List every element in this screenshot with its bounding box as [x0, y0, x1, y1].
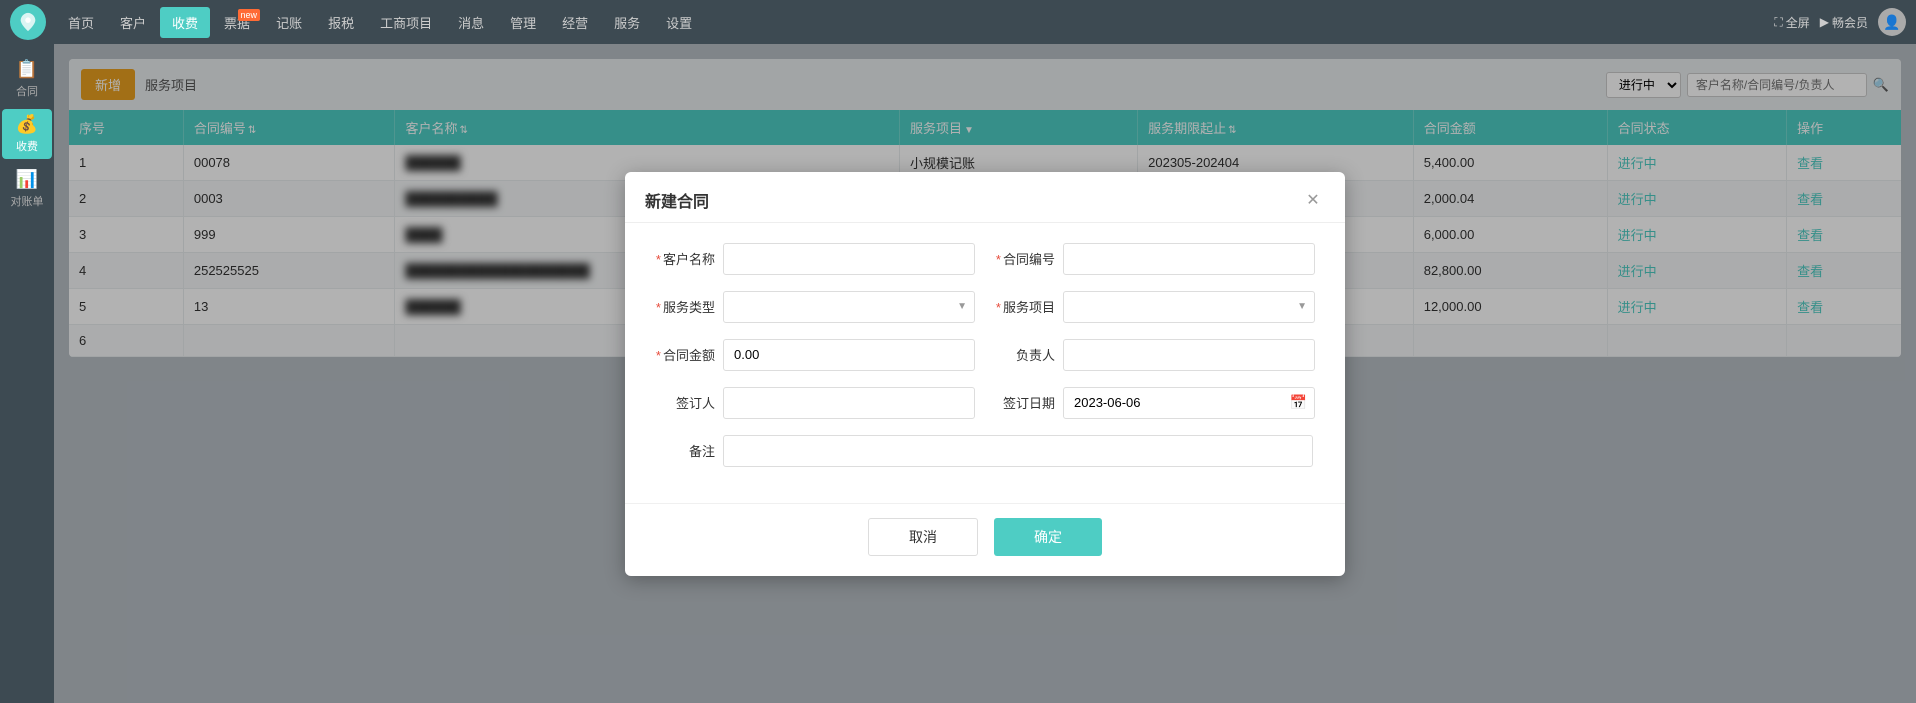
nav-item-invoice[interactable]: 票据 new	[212, 7, 262, 38]
cancel-button[interactable]: 取消	[868, 518, 978, 556]
contract-amount-label: *合同金额	[655, 345, 715, 364]
customer-name-label: *客户名称	[655, 249, 715, 268]
sidebar-item-reconcile-label: 对账单	[11, 193, 44, 209]
nav-item-message[interactable]: 消息	[446, 7, 496, 38]
top-navigation: 首页 客户 收费 票据 new 记账 报税 工商项目 消息 管理 经营 服务 设…	[0, 0, 1916, 44]
nav-item-records[interactable]: 记账	[264, 7, 314, 38]
form-group-contract-no: *合同编号	[995, 243, 1315, 275]
contract-no-input[interactable]	[1063, 243, 1315, 275]
sidebar-item-billing-label: 收费	[16, 138, 38, 154]
form-row-5: 备注	[655, 435, 1315, 467]
remark-input[interactable]	[723, 435, 1313, 467]
responsible-person-label: 负责人	[995, 345, 1055, 364]
required-star-2: *	[996, 252, 1001, 267]
nav-item-business[interactable]: 工商项目	[368, 7, 444, 38]
sidebar-item-contract-label: 合同	[16, 83, 38, 99]
service-type-wrapper: ▼	[723, 291, 975, 323]
form-group-customer-name: *客户名称	[655, 243, 975, 275]
form-row-4: 签订人 签订日期 📅	[655, 387, 1315, 419]
modal-footer: 取消 确定	[625, 503, 1345, 576]
service-type-label: *服务类型	[655, 297, 715, 316]
service-item-select[interactable]	[1063, 291, 1315, 323]
form-group-contract-amount: *合同金额	[655, 339, 975, 371]
main-layout: 📋 合同 💰 收费 📊 对账单 新增 服务项目 进行中 已完成 已取消	[0, 44, 1916, 703]
required-star-5: *	[656, 348, 661, 363]
modal-body: *客户名称 *合同编号	[625, 223, 1345, 503]
sidebar-item-billing[interactable]: 💰 收费	[2, 109, 52, 159]
sidebar: 📋 合同 💰 收费 📊 对账单	[0, 44, 54, 703]
sidebar-item-contract[interactable]: 📋 合同	[2, 54, 52, 104]
signer-label: 签订人	[655, 393, 715, 412]
contract-no-label: *合同编号	[995, 249, 1055, 268]
nav-item-tax[interactable]: 报税	[316, 7, 366, 38]
modal-close-button[interactable]: ✕	[1301, 188, 1325, 212]
new-contract-modal: 新建合同 ✕ *客户名称 *合同编号	[625, 172, 1345, 576]
nav-item-operation[interactable]: 经营	[550, 7, 600, 38]
sign-date-input[interactable]	[1063, 387, 1315, 419]
app-logo	[10, 4, 46, 40]
signer-input[interactable]	[723, 387, 975, 419]
content-area: 新增 服务项目 进行中 已完成 已取消 🔍 序号	[54, 44, 1916, 703]
nav-item-manage[interactable]: 管理	[498, 7, 548, 38]
contract-amount-input[interactable]	[723, 339, 975, 371]
service-type-select[interactable]	[723, 291, 975, 323]
responsible-person-input[interactable]	[1063, 339, 1315, 371]
billing-icon: 💰	[16, 114, 38, 135]
service-item-label: *服务项目	[995, 297, 1055, 316]
member-button[interactable]: ▶ 畅会员	[1820, 14, 1868, 31]
modal-overlay: 新建合同 ✕ *客户名称 *合同编号	[54, 44, 1916, 703]
nav-item-service[interactable]: 服务	[602, 7, 652, 38]
nav-item-customer[interactable]: 客户	[108, 7, 158, 38]
form-row-3: *合同金额 负责人	[655, 339, 1315, 371]
required-star: *	[656, 252, 661, 267]
nav-item-billing[interactable]: 收费	[160, 7, 210, 38]
form-group-service-item: *服务项目 ▼	[995, 291, 1315, 323]
fullscreen-button[interactable]: ⛶ 全屏	[1774, 14, 1809, 31]
nav-item-settings[interactable]: 设置	[654, 7, 704, 38]
required-star-4: *	[996, 300, 1001, 315]
nav-item-home[interactable]: 首页	[56, 7, 106, 38]
form-row-2: *服务类型 ▼ *服务项目	[655, 291, 1315, 323]
form-row-1: *客户名称 *合同编号	[655, 243, 1315, 275]
form-group-signer: 签订人	[655, 387, 975, 419]
new-badge: new	[238, 9, 261, 21]
modal-title: 新建合同	[645, 188, 709, 212]
customer-name-input[interactable]	[723, 243, 975, 275]
sign-date-wrapper: 📅	[1063, 387, 1315, 419]
form-group-remark: 备注	[655, 435, 1315, 467]
service-item-wrapper: ▼	[1063, 291, 1315, 323]
sign-date-label: 签订日期	[995, 393, 1055, 412]
form-group-service-type: *服务类型 ▼	[655, 291, 975, 323]
reconcile-icon: 📊	[16, 169, 38, 190]
remark-label: 备注	[655, 441, 715, 460]
nav-right: ⛶ 全屏 ▶ 畅会员 👤	[1774, 8, 1906, 36]
sidebar-item-reconcile[interactable]: 📊 对账单	[2, 164, 52, 214]
user-avatar[interactable]: 👤	[1878, 8, 1906, 36]
nav-menu: 首页 客户 收费 票据 new 记账 报税 工商项目 消息 管理 经营 服务 设…	[56, 7, 1774, 38]
confirm-button[interactable]: 确定	[994, 518, 1102, 556]
form-group-sign-date: 签订日期 📅	[995, 387, 1315, 419]
contract-icon: 📋	[16, 59, 38, 80]
form-group-responsible-person: 负责人	[995, 339, 1315, 371]
modal-header: 新建合同 ✕	[625, 172, 1345, 223]
required-star-3: *	[656, 300, 661, 315]
